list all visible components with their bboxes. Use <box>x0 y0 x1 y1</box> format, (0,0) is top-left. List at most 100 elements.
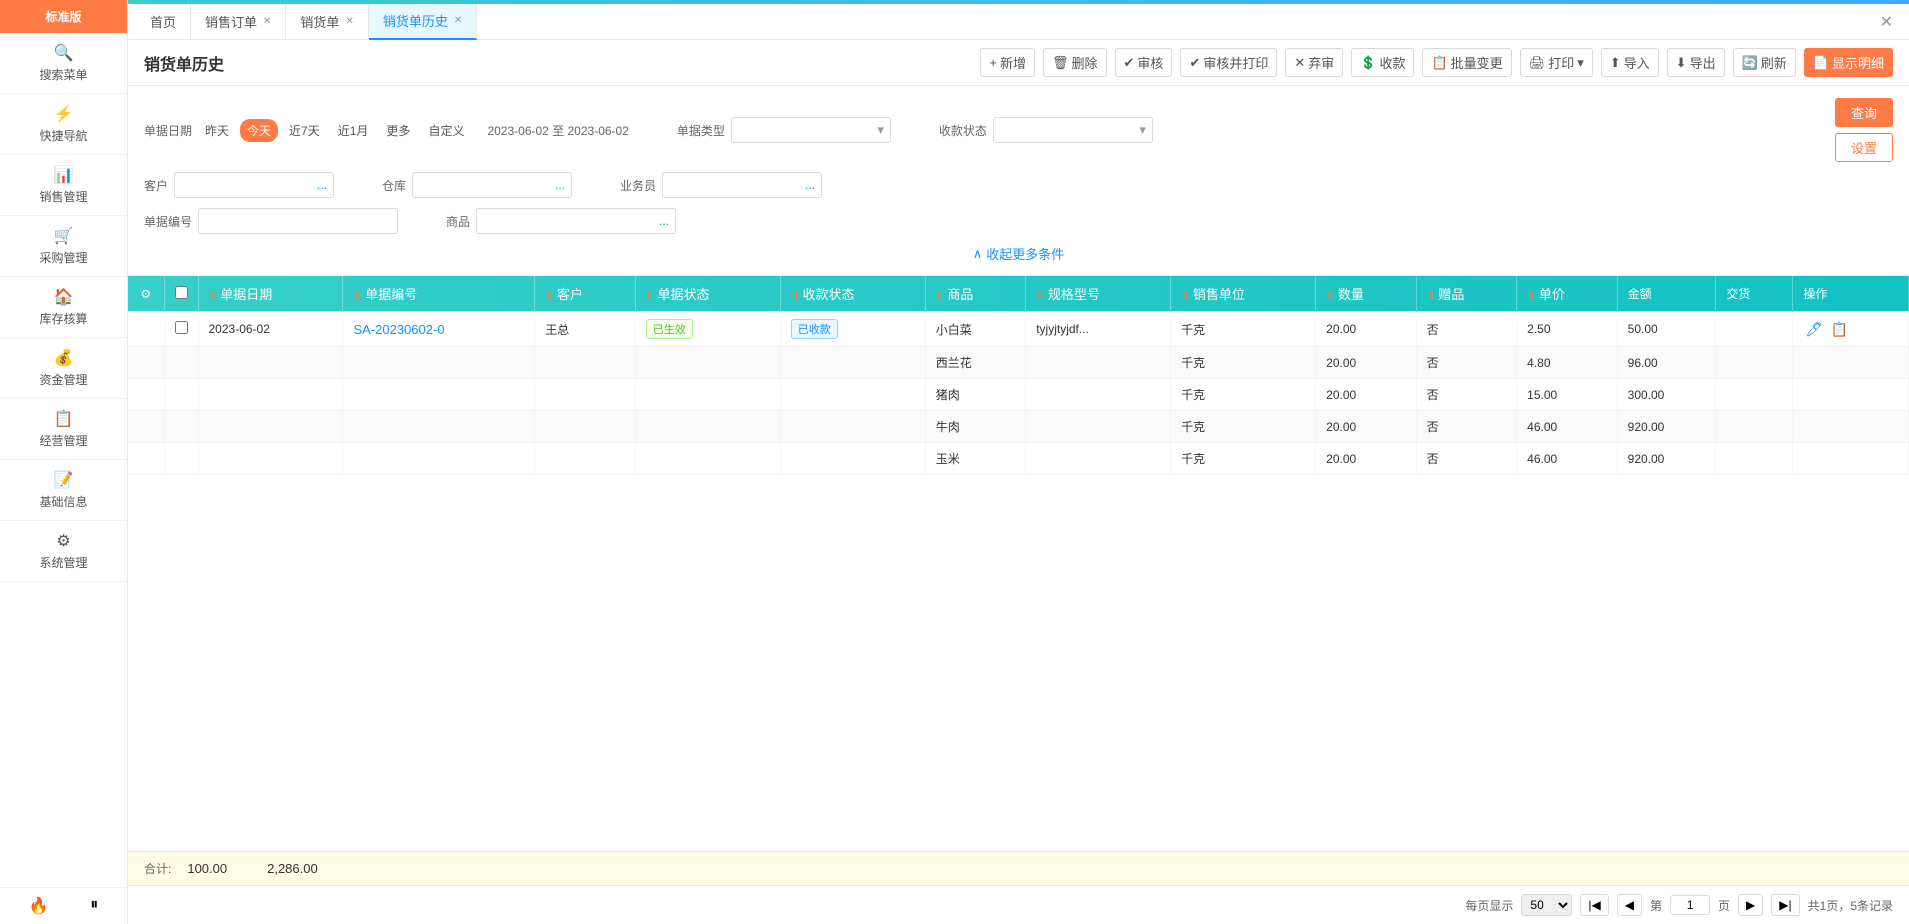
cell-amount-2: 300.00 <box>1617 379 1716 411</box>
settings-button[interactable]: 设置 <box>1835 133 1893 162</box>
row-checkbox[interactable] <box>175 321 188 334</box>
sidebar-item-purchase[interactable]: 🛒 采购管理 <box>0 216 127 277</box>
tab-sales-order-label: 销售订单 <box>205 12 257 31</box>
tab-sales-goods[interactable]: 销货单 ✕ <box>286 4 368 40</box>
date-shortcuts: 昨天 今天 近7天 近1月 更多 自定义 <box>198 119 471 142</box>
warehouse-ellipsis[interactable]: ... <box>555 178 565 192</box>
col-spec[interactable]: ⇅ 规格型号 <box>1026 276 1171 312</box>
sort-icon-doc: ⇅ <box>353 291 361 302</box>
audit-button[interactable]: ✔ 审核 <box>1115 48 1173 77</box>
col-setting[interactable]: ⚙ <box>128 276 164 312</box>
cell-collectstatus-0: 已收款 <box>780 312 925 347</box>
import-button[interactable]: ⬆ 导入 <box>1601 48 1659 77</box>
cell-docno-2 <box>343 379 535 411</box>
prev-page-button[interactable]: ◀ <box>1617 894 1642 916</box>
tab-sales-goods-close[interactable]: ✕ <box>345 16 353 27</box>
sidebar-item-label-purchase: 采购管理 <box>39 249 87 266</box>
col-unit[interactable]: ⇅ 销售单位 <box>1171 276 1316 312</box>
cell-trade-1 <box>1716 347 1793 379</box>
delete-button[interactable]: 🗑 删除 <box>1043 48 1107 77</box>
cell-docstatus-4 <box>635 443 780 475</box>
table-row: 牛肉 千克 20.00 否 46.00 920.00 <box>128 411 1909 443</box>
first-page-button[interactable]: |◀ <box>1580 894 1608 916</box>
next-page-button[interactable]: ▶ <box>1738 894 1763 916</box>
per-page-select[interactable]: 50 10 20 100 <box>1521 894 1572 916</box>
sidebar-item-sales[interactable]: 📊 销售管理 <box>0 155 127 216</box>
doc-no-link[interactable]: SA-20230602-0 <box>353 322 444 337</box>
fire-icon[interactable]: 🔥 <box>29 896 49 916</box>
sidebar-item-operations[interactable]: 📋 经营管理 <box>0 399 127 460</box>
customer-input[interactable]: ... <box>174 172 334 198</box>
tab-home[interactable]: 首页 <box>136 4 191 40</box>
collect-status-label: 收款状态 <box>939 122 987 139</box>
refresh-button[interactable]: 🔄 刷新 <box>1733 48 1796 77</box>
search-menu-icon: 🔍 <box>54 43 74 63</box>
sidebar-item-inventory[interactable]: 🏠 库存核算 <box>0 277 127 338</box>
collect-status-dropdown-icon: ▾ <box>1139 122 1146 138</box>
export-label: 导出 <box>1690 53 1716 72</box>
date-btn-yesterday[interactable]: 昨天 <box>198 119 236 142</box>
cell-checkbox-0 <box>164 312 198 347</box>
sidebar-item-basic-info[interactable]: 📝 基础信息 <box>0 460 127 521</box>
tab-sales-history-close[interactable]: ✕ <box>454 15 462 26</box>
page-number-input[interactable] <box>1670 895 1710 915</box>
pause-icon[interactable]: ⏸ <box>90 896 98 916</box>
audit-print-button[interactable]: ✔ 审核并打印 <box>1180 48 1277 77</box>
show-details-button[interactable]: 📄 显示明细 <box>1804 48 1893 77</box>
customer-ellipsis[interactable]: ... <box>317 178 327 192</box>
query-button[interactable]: 查询 <box>1835 98 1893 127</box>
date-btn-7days[interactable]: 近7天 <box>282 119 327 142</box>
date-btn-custom[interactable]: 自定义 <box>421 119 471 142</box>
tab-sales-history[interactable]: 销货单历史 ✕ <box>369 4 477 40</box>
collect-label: 收款 <box>1379 53 1405 72</box>
col-doc-status[interactable]: ⇅ 单据状态 <box>635 276 780 312</box>
sidebar-item-sys-mgmt[interactable]: ⚙ 系统管理 <box>0 521 127 582</box>
copy-icon[interactable]: 📋 <box>1830 321 1847 337</box>
batch-change-button[interactable]: 📋 批量变更 <box>1422 48 1511 77</box>
salesperson-input[interactable]: ... <box>662 172 822 198</box>
col-collect-status[interactable]: ⇅ 收款状态 <box>780 276 925 312</box>
audit-label: 审核 <box>1137 53 1163 72</box>
cell-trade-2 <box>1716 379 1793 411</box>
doc-no-input[interactable] <box>198 208 398 234</box>
col-gift[interactable]: ⇅ 赠品 <box>1416 276 1517 312</box>
date-btn-1month[interactable]: 近1月 <box>331 119 376 142</box>
col-doc-no[interactable]: ⇅ 单据编号 <box>343 276 535 312</box>
add-button[interactable]: + 新增 <box>980 48 1035 77</box>
collect-button[interactable]: 💲 收款 <box>1351 48 1414 77</box>
salesperson-ellipsis[interactable]: ... <box>805 178 815 192</box>
edit-icon[interactable]: 🖊 <box>1805 321 1823 337</box>
print-button[interactable]: 🖨 打印 ▾ <box>1520 48 1593 77</box>
col-customer[interactable]: ⇅ 客户 <box>535 276 636 312</box>
cell-customer-3 <box>535 411 636 443</box>
sidebar-item-label-basic-info: 基础信息 <box>39 493 87 510</box>
goods-ellipsis[interactable]: ... <box>659 214 669 228</box>
warehouse-input[interactable]: ... <box>412 172 572 198</box>
tab-sales-history-label: 销货单历史 <box>383 11 448 30</box>
tab-sales-order[interactable]: 销售订单 ✕ <box>191 4 286 40</box>
sidebar-item-label-operations: 经营管理 <box>39 432 87 449</box>
sidebar-item-label-sys-mgmt: 系统管理 <box>39 554 87 571</box>
sidebar-item-search-menu[interactable]: 🔍 搜索菜单 <box>0 33 127 94</box>
collect-status-badge: 已收款 <box>791 319 838 339</box>
goods-input[interactable]: ... <box>476 208 676 234</box>
date-btn-today[interactable]: 今天 <box>240 119 278 142</box>
tab-sales-order-close[interactable]: ✕ <box>263 16 271 27</box>
select-all-checkbox[interactable] <box>175 286 188 299</box>
doc-type-select[interactable]: ▾ <box>731 117 891 143</box>
cell-qty-3: 20.00 <box>1316 411 1417 443</box>
date-btn-more[interactable]: 更多 <box>379 119 417 142</box>
abandon-button[interactable]: ✕ 弃审 <box>1285 48 1343 77</box>
col-date[interactable]: ⇅ 单据日期 <box>198 276 343 312</box>
collect-status-select[interactable]: ▾ <box>993 117 1153 143</box>
collapse-button[interactable]: ∧ 收起更多条件 <box>973 244 1065 263</box>
window-close-button[interactable]: ✕ <box>1872 8 1901 36</box>
col-qty[interactable]: ⇅ 数量 <box>1316 276 1417 312</box>
col-goods[interactable]: ⇅ 商品 <box>925 276 1026 312</box>
export-button[interactable]: ⬇ 导出 <box>1667 48 1725 77</box>
cell-setting-3 <box>128 411 164 443</box>
sidebar-item-quick-nav[interactable]: ⚡ 快捷导航 <box>0 94 127 155</box>
last-page-button[interactable]: ▶| <box>1771 894 1799 916</box>
sidebar-item-finance[interactable]: 💰 资金管理 <box>0 338 127 399</box>
col-price[interactable]: ⇅ 单价 <box>1517 276 1618 312</box>
